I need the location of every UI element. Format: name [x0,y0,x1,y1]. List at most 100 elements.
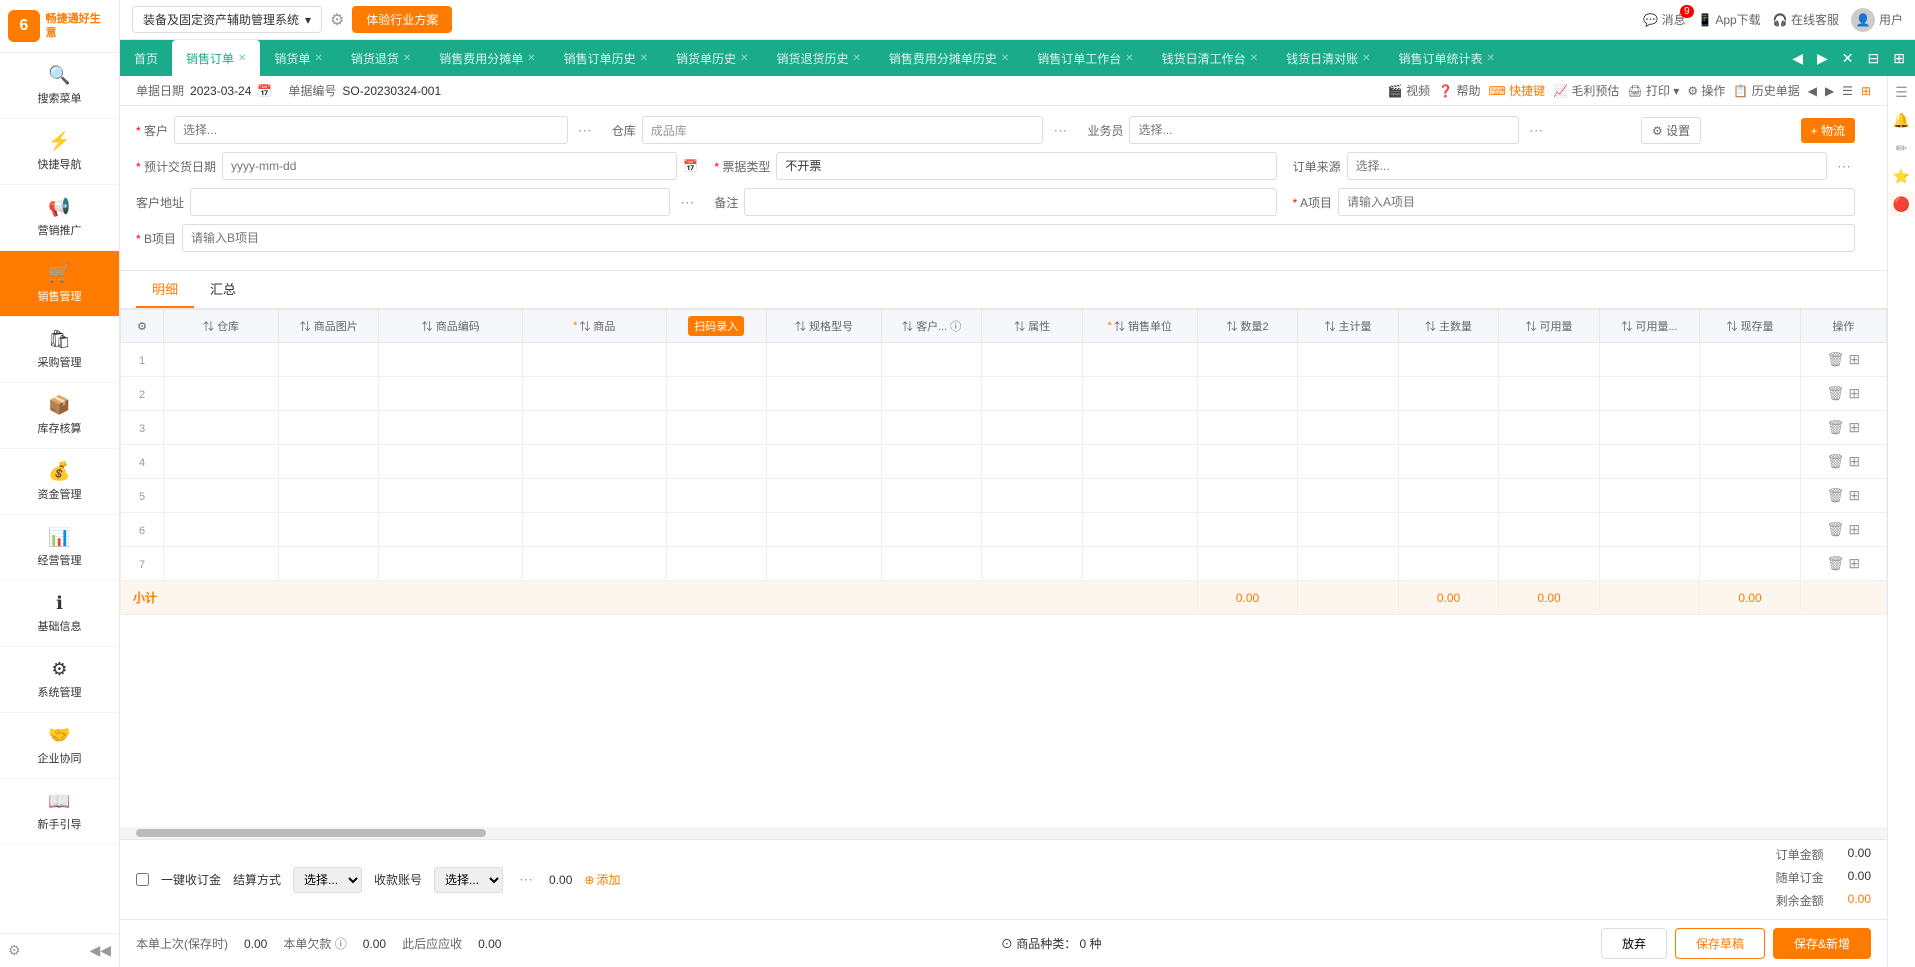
th-available2[interactable]: ⇅ 可用量... [1599,310,1700,343]
th-customer-info[interactable]: ⇅ 客户... ⓘ [881,310,982,343]
tab-expand-icon[interactable]: ⊞ [1887,48,1911,69]
trial-button[interactable]: 体验行业方案 [352,6,452,33]
tab-close-icon[interactable]: ✕ [527,53,535,64]
add-payment-button[interactable]: ⊕ 添加 [584,871,620,888]
sidebar-item-system[interactable]: ⚙ 系统管理 [0,647,119,713]
app-download-link[interactable]: 📱 App下载 [1698,11,1761,28]
copy-icon[interactable]: ⊞ [1848,487,1860,504]
tab-sales-stats[interactable]: 销售订单统计表 ✕ [1384,40,1508,76]
sidebar-item-inventory[interactable]: 📦 库存核算 [0,383,119,449]
tab-close-icon[interactable]: ✕ [1362,53,1370,64]
copy-icon[interactable]: ⊞ [1848,419,1860,436]
address-more-icon[interactable]: ⋯ [676,194,698,211]
tab-sales-return[interactable]: 销货退货 ✕ [337,40,425,76]
cell-attr[interactable] [982,343,1083,377]
th-warehouse[interactable]: ⇅ 仓库 [164,310,279,343]
setup-button[interactable]: ⚙ 设置 [1641,117,1701,144]
staff-input[interactable] [1129,116,1519,144]
profit-btn[interactable]: 📈 毛利预估 [1553,82,1619,99]
customer-input[interactable] [174,116,568,144]
cell-warehouse[interactable] [164,547,279,581]
cell-code[interactable] [379,343,523,377]
save-draft-button[interactable]: 保存草稿 [1675,928,1765,959]
online-service-link[interactable]: 🎧 在线客服 [1773,11,1839,28]
sidebar-item-enterprise[interactable]: 🤝 企业协同 [0,713,119,779]
discard-button[interactable]: 放弃 [1601,928,1667,959]
th-available[interactable]: ⇅ 可用量 [1499,310,1600,343]
tab-sales-bill-history[interactable]: 销货单历史 ✕ [662,40,762,76]
cell-main-unit[interactable] [1298,343,1399,377]
tab-return-history[interactable]: 销货退货历史 ✕ [762,40,874,76]
scan-button[interactable]: 扫码录入 [688,316,744,336]
sidebar-item-marketing[interactable]: 📢 营销推广 [0,185,119,251]
customer-more-icon[interactable]: ⋯ [574,122,596,139]
cell-customer[interactable] [881,343,982,377]
tab-sales-expense[interactable]: 销售费用分摊单 ✕ [425,40,549,76]
add-item-button[interactable]: + 物流 [1801,118,1855,143]
th-attr[interactable]: ⇅ 属性 [982,310,1083,343]
nav-prev-icon[interactable]: ◀ [1808,84,1817,98]
list-view-icon[interactable]: ☰ [1842,84,1853,98]
settings-icon[interactable]: ⚙ [8,942,21,959]
right-icon-star[interactable]: ⭐ [1890,164,1914,188]
delivery-calendar-icon[interactable]: 📅 [683,159,698,173]
copy-icon[interactable]: ⊞ [1848,453,1860,470]
cell-main-qty[interactable] [1398,343,1499,377]
sidebar-item-basic[interactable]: ℹ 基础信息 [0,581,119,647]
th-photo[interactable]: ⇅ 商品图片 [278,310,379,343]
right-icon-alert[interactable]: 🔴 [1890,192,1914,216]
remark-input[interactable] [744,188,1276,216]
cell-warehouse[interactable] [164,343,279,377]
delete-icon[interactable]: 🗑 [1827,419,1845,436]
th-code[interactable]: ⇅ 商品编码 [379,310,523,343]
tab-close-icon[interactable]: ✕ [1001,53,1009,64]
cell-warehouse[interactable] [164,513,279,547]
warehouse-input[interactable] [642,116,1044,144]
tab-close-icon[interactable]: ✕ [238,53,246,64]
sidebar-item-sales[interactable]: 🛒 销售管理 [0,251,119,317]
app-selector[interactable]: 装备及固定资产辅助管理系统 ▾ [132,6,322,33]
print-btn[interactable]: 🖨 打印 ▾ [1627,82,1679,99]
copy-icon[interactable]: ⊞ [1848,521,1860,538]
cell-product[interactable] [522,343,666,377]
one-key-checkbox[interactable] [136,873,149,886]
settings-view-icon[interactable]: ⊞ [1861,84,1871,98]
tab-close-icon[interactable]: ✕ [740,53,748,64]
save-new-button[interactable]: 保存&新增 [1773,928,1871,959]
th-product[interactable]: *⇅ 商品 [522,310,666,343]
tab-sales-bill[interactable]: 销货单 ✕ [260,40,336,76]
right-icon-list[interactable]: ☰ [1890,80,1914,104]
cell-spec[interactable] [767,343,882,377]
delete-icon[interactable]: 🗑 [1827,555,1845,572]
th-main-unit[interactable]: ⇅ 主计量 [1298,310,1399,343]
th-main-qty[interactable]: ⇅ 主数量 [1398,310,1499,343]
copy-icon[interactable]: ⊞ [1848,385,1860,402]
tab-cash-workbench[interactable]: 钱货日清工作台 ✕ [1148,40,1272,76]
help-btn[interactable]: ❓ 帮助 [1438,82,1480,99]
sidebar-item-operation[interactable]: 📊 经营管理 [0,515,119,581]
order-source-input[interactable] [1347,152,1827,180]
tab-sales-order-history[interactable]: 销售订单历史 ✕ [550,40,662,76]
sidebar-item-finance[interactable]: 💰 资金管理 [0,449,119,515]
settlement-select[interactable]: 选择... [293,867,362,893]
address-input[interactable] [190,188,670,216]
tab-cash-account[interactable]: 钱货日清对账 ✕ [1272,40,1384,76]
tab-close-icon[interactable]: ✕ [314,53,322,64]
th-stock[interactable]: ⇅ 现存量 [1700,310,1801,343]
sidebar-item-guide[interactable]: 📖 新手引导 [0,779,119,845]
cell-qty2[interactable] [1197,343,1298,377]
tab-expense-history[interactable]: 销售费用分摊单历史 ✕ [875,40,1023,76]
collapse-icon[interactable]: ◀◀ [89,942,111,959]
tab-close-icon[interactable]: ✕ [403,53,411,64]
right-icon-bell[interactable]: 🔔 [1890,108,1914,132]
th-settings[interactable]: ⚙ [121,310,164,343]
cell-warehouse[interactable] [164,479,279,513]
account-more-icon[interactable]: ⋯ [515,871,537,888]
cell-unit[interactable] [1082,343,1197,377]
tab-close-icon[interactable]: ✕ [640,53,648,64]
sidebar-item-quick[interactable]: ⚡ 快捷导航 [0,119,119,185]
tab-next-icon[interactable]: ▶ [1811,48,1834,69]
tab-summary[interactable]: 汇总 [194,271,252,308]
nav-next-icon[interactable]: ▶ [1825,84,1834,98]
sidebar-item-search[interactable]: 🔍 搜索菜单 [0,53,119,119]
